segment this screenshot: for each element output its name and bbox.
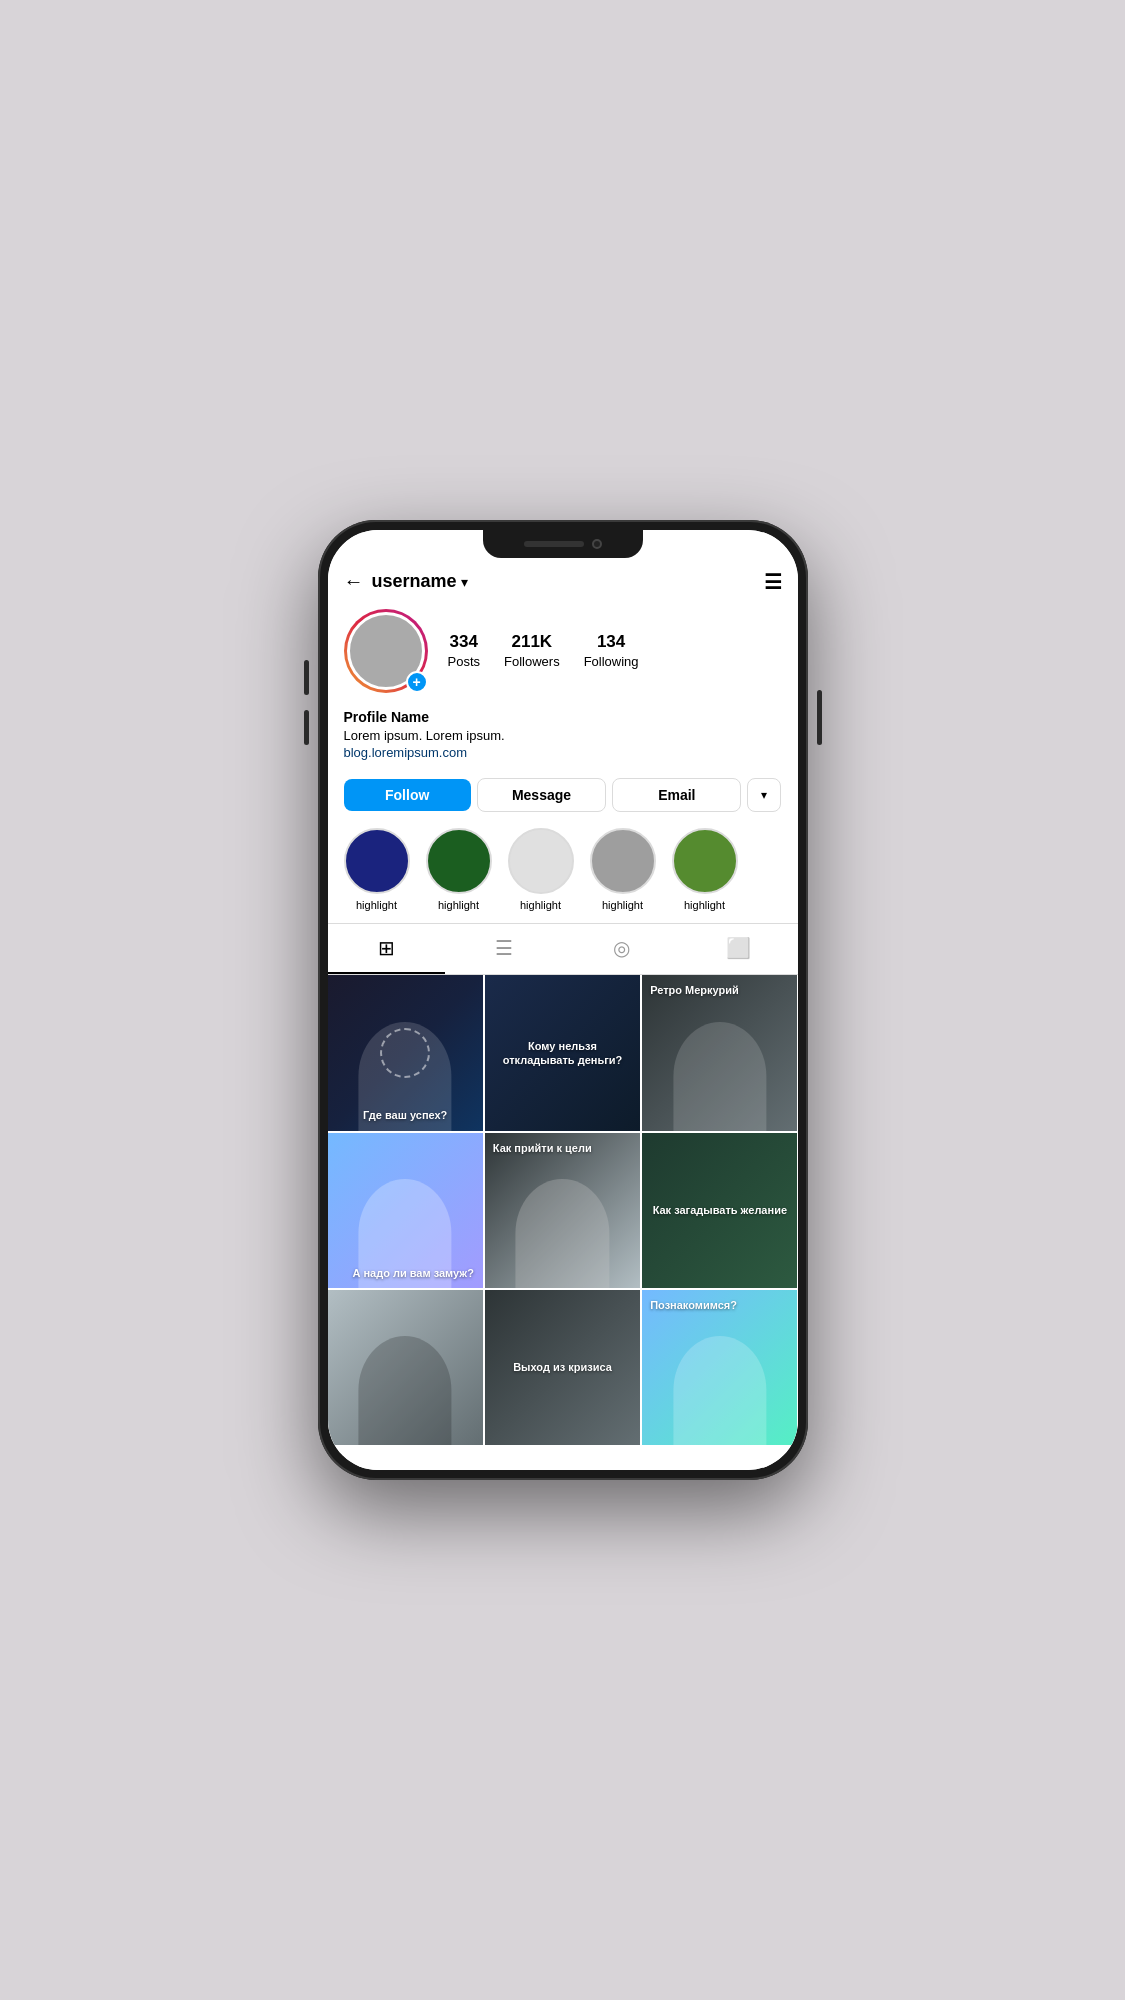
chevron-down-icon: ▾ xyxy=(761,788,767,802)
following-label: Following xyxy=(584,654,639,669)
post-text-2: Кому нельзя откладывать деньги? xyxy=(493,1039,632,1068)
list-icon: ☰ xyxy=(495,936,513,960)
following-stat[interactable]: 134 Following xyxy=(584,632,639,670)
action-buttons: Follow Message Email ▾ xyxy=(344,778,782,812)
person-silhouette-3 xyxy=(673,1022,766,1131)
stats-row: 334 Posts 211K Followers 134 Following xyxy=(448,632,639,670)
volume-down-button[interactable] xyxy=(304,710,309,745)
avatar-container[interactable]: + xyxy=(344,609,428,693)
posts-label: Posts xyxy=(448,654,481,669)
header-left: ← username ▾ xyxy=(344,570,468,593)
highlight-label-2: highlight xyxy=(438,899,479,911)
person-silhouette-7 xyxy=(359,1336,452,1445)
highlight-circle-3 xyxy=(508,828,574,894)
post-text-5: Как прийти к цели xyxy=(493,1141,632,1155)
more-actions-button[interactable]: ▾ xyxy=(747,778,781,812)
tab-location[interactable]: ◎ xyxy=(563,924,681,974)
add-story-button[interactable]: + xyxy=(406,671,428,693)
highlight-item-3[interactable]: highlight xyxy=(508,828,574,911)
username-text: username xyxy=(372,571,457,592)
profile-section: + 334 Posts 211K Followers 134 xyxy=(328,601,798,812)
highlight-label-4: highlight xyxy=(602,899,643,911)
volume-up-button[interactable] xyxy=(304,660,309,695)
posts-grid: Где ваш успех? Кому нельзя откладывать д… xyxy=(328,975,798,1445)
phone-frame: ← username ▾ ☰ + xyxy=(318,520,808,1480)
follow-button[interactable]: Follow xyxy=(344,779,471,811)
bio-link[interactable]: blog.loremipsum.com xyxy=(344,745,782,760)
post-text-8: Выход из кризиса xyxy=(493,1360,632,1374)
highlight-label-1: highlight xyxy=(356,899,397,911)
speaker xyxy=(524,541,584,547)
tab-bar: ⊞ ☰ ◎ ⬜ xyxy=(328,923,798,975)
followers-label: Followers xyxy=(504,654,560,669)
highlight-circle-1 xyxy=(344,828,410,894)
bio-text: Lorem ipsum. Lorem ipsum. xyxy=(344,727,782,745)
tab-grid[interactable]: ⊞ xyxy=(328,924,446,974)
highlight-label-5: highlight xyxy=(684,899,725,911)
post-item-2[interactable]: Кому нельзя откладывать деньги? xyxy=(485,975,640,1130)
highlight-item-1[interactable]: highlight xyxy=(344,828,410,911)
highlight-item-4[interactable]: highlight xyxy=(590,828,656,911)
post-text-1: Где ваш успех? xyxy=(328,1108,483,1122)
phone-screen: ← username ▾ ☰ + xyxy=(328,530,798,1470)
notch xyxy=(483,530,643,558)
post-item-4[interactable]: А надо ли вам замуж? xyxy=(328,1133,483,1288)
bio-section: Profile Name Lorem ipsum. Lorem ipsum. b… xyxy=(344,705,782,768)
posts-stat: 334 Posts xyxy=(448,632,481,670)
post-text-6: Как загадывать желание xyxy=(650,1203,789,1217)
post-item-6[interactable]: Как загадывать желание xyxy=(642,1133,797,1288)
chevron-down-icon[interactable]: ▾ xyxy=(461,574,468,590)
person-silhouette-9 xyxy=(673,1336,766,1445)
highlight-circle-2 xyxy=(426,828,492,894)
highlight-label-3: highlight xyxy=(520,899,561,911)
profile-top: + 334 Posts 211K Followers 134 xyxy=(344,609,782,693)
back-button[interactable]: ← xyxy=(344,570,364,593)
post-item-9[interactable]: Познакомимся? xyxy=(642,1290,797,1445)
highlight-circle-5 xyxy=(672,828,738,894)
camera xyxy=(592,539,602,549)
post-item-7[interactable] xyxy=(328,1290,483,1445)
followers-count: 211K xyxy=(504,632,560,652)
following-count: 134 xyxy=(584,632,639,652)
grid-icon: ⊞ xyxy=(378,936,395,960)
menu-button[interactable]: ☰ xyxy=(764,572,782,592)
location-icon: ◎ xyxy=(613,936,630,960)
posts-count: 334 xyxy=(448,632,481,652)
post-item-3[interactable]: Ретро Меркурий xyxy=(642,975,797,1130)
post-item-5[interactable]: Как прийти к цели xyxy=(485,1133,640,1288)
highlights-section: highlight highlight highlight highlight … xyxy=(328,824,798,915)
post-text-4: А надо ли вам замуж? xyxy=(336,1266,483,1280)
highlight-item-5[interactable]: highlight xyxy=(672,828,738,911)
post-text-9: Познакомимся? xyxy=(650,1298,789,1312)
screen-content: ← username ▾ ☰ + xyxy=(328,530,798,1470)
highlight-item-2[interactable]: highlight xyxy=(426,828,492,911)
profile-header: ← username ▾ ☰ xyxy=(328,560,798,601)
post-item-1[interactable]: Где ваш успех? xyxy=(328,975,483,1130)
power-button[interactable] xyxy=(817,690,822,745)
highlight-circle-4 xyxy=(590,828,656,894)
profile-name: Profile Name xyxy=(344,709,782,725)
tab-tagged[interactable]: ⬜ xyxy=(680,924,798,974)
email-button[interactable]: Email xyxy=(612,778,741,812)
post-item-8[interactable]: Выход из кризиса xyxy=(485,1290,640,1445)
message-button[interactable]: Message xyxy=(477,778,606,812)
post-text-3: Ретро Меркурий xyxy=(650,983,789,997)
username-row: username ▾ xyxy=(372,571,468,592)
followers-stat[interactable]: 211K Followers xyxy=(504,632,560,670)
tab-list[interactable]: ☰ xyxy=(445,924,563,974)
person-silhouette-5 xyxy=(516,1179,609,1288)
tagged-icon: ⬜ xyxy=(726,936,751,960)
